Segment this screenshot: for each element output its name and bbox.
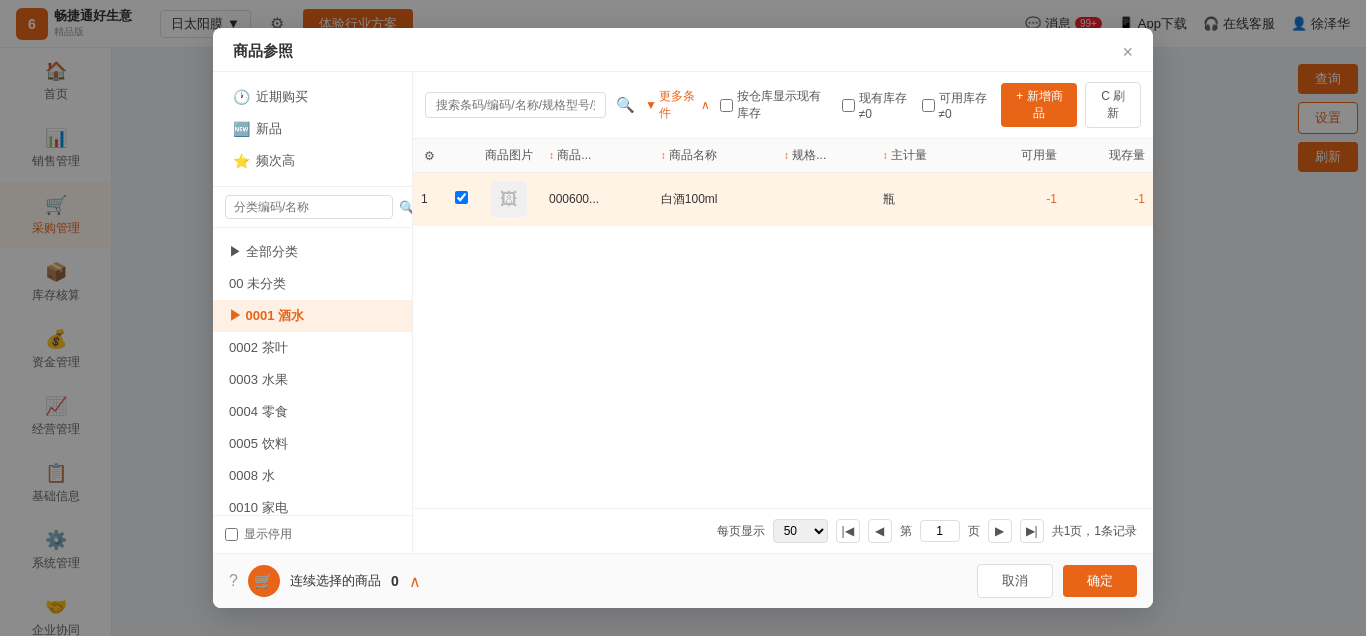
search-button[interactable]: 🔍	[616, 96, 635, 114]
sort-icon-spec: ↕	[784, 150, 789, 161]
product-image-placeholder: 🖼	[491, 181, 527, 217]
left-panel-footer: 显示停用	[213, 515, 412, 553]
th-product-image: 商品图片	[477, 139, 541, 173]
category-water[interactable]: 0008 水	[213, 460, 412, 492]
modal-footer: ? 🛒 连续选择的商品 0 ∧ 取消 确定	[213, 553, 1153, 608]
category-list: ▶ 全部分类 00 未分类 ▶ 0001 酒水 0002 茶叶 0003 水果	[213, 228, 412, 515]
category-tea[interactable]: 0002 茶叶	[213, 332, 412, 364]
product-table-container: ⚙ 商品图片 ↕ 商品... ↕	[413, 139, 1153, 508]
per-page-select[interactable]: 50 20 100	[773, 519, 828, 543]
th-stock: 现存量	[1065, 139, 1153, 173]
row-checkbox[interactable]	[445, 173, 477, 226]
modal-title: 商品参照	[233, 42, 293, 61]
right-toolbar: 🔍 ▼ 更多条件 ∧ 按仓库显示现有库存 现有库存≠0	[413, 72, 1153, 139]
row-code: 000600...	[541, 173, 653, 226]
row-name: 白酒100ml	[653, 173, 776, 226]
quick-items-section: 🕐 近期购买 🆕 新品 ⭐ 频次高 ‹‹	[213, 72, 412, 187]
row-available: -1	[977, 173, 1065, 226]
right-panel: 🔍 ▼ 更多条件 ∧ 按仓库显示现有库存 现有库存≠0	[413, 72, 1153, 553]
category-fruit[interactable]: 0003 水果	[213, 364, 412, 396]
add-product-button[interactable]: + 新增商品	[1001, 83, 1077, 127]
warehouse-display-checkbox[interactable]: 按仓库显示现有库存	[720, 88, 832, 122]
th-spec[interactable]: ↕ 规格...	[776, 139, 875, 173]
category-all[interactable]: ▶ 全部分类	[213, 236, 412, 268]
table-header-row: ⚙ 商品图片 ↕ 商品... ↕	[413, 139, 1153, 173]
th-gear[interactable]: ⚙	[413, 139, 445, 173]
category-search-input[interactable]	[225, 195, 393, 219]
panel-collapse-button[interactable]: ‹‹	[412, 92, 413, 132]
row-stock: -1	[1065, 173, 1153, 226]
recent-icon: 🕐	[233, 89, 250, 105]
confirm-button[interactable]: 确定	[1063, 565, 1137, 597]
first-page-button[interactable]: |◀	[836, 519, 860, 543]
category-liquor[interactable]: ▶ 0001 酒水	[213, 300, 412, 332]
available-stock-checkbox[interactable]: 可用库存≠0	[922, 90, 992, 121]
pagination-bar: 每页显示 50 20 100 |◀ ◀ 第 页 ▶ ▶| 共1页，1条记录	[413, 508, 1153, 553]
frequent-icon: ⭐	[233, 153, 250, 169]
category-uncategorized[interactable]: 00 未分类	[213, 268, 412, 300]
row-spec	[776, 173, 875, 226]
footer-collapse-button[interactable]: ∧	[409, 572, 421, 591]
current-stock-checkbox[interactable]: 现有库存≠0	[842, 90, 912, 121]
th-available: 可用量	[977, 139, 1065, 173]
category-appliances[interactable]: 0010 家电	[213, 492, 412, 515]
table-row[interactable]: 1 🖼 000600... 白酒100ml 瓶	[413, 173, 1153, 226]
cancel-button[interactable]: 取消	[977, 564, 1053, 598]
sort-icon-unit: ↕	[883, 150, 888, 161]
new-icon: 🆕	[233, 121, 250, 137]
quick-item-frequent[interactable]: ⭐ 频次高	[225, 146, 400, 176]
category-search-section: 🔍	[213, 187, 412, 228]
row-unit: 瓶	[875, 173, 977, 226]
row-image: 🖼	[477, 173, 541, 226]
modal-close-button[interactable]: ×	[1122, 43, 1133, 61]
quick-item-recent[interactable]: 🕐 近期购买	[225, 82, 400, 112]
modal-header: 商品参照 ×	[213, 28, 1153, 72]
left-panel: 🕐 近期购买 🆕 新品 ⭐ 频次高 ‹‹	[213, 72, 413, 553]
category-beverages[interactable]: 0005 饮料	[213, 428, 412, 460]
more-filters-button[interactable]: ▼ 更多条件 ∧	[645, 88, 710, 122]
refresh-button[interactable]: C 刷新	[1085, 82, 1141, 128]
product-table: ⚙ 商品图片 ↕ 商品... ↕	[413, 139, 1153, 226]
product-reference-modal: 商品参照 × 🕐 近期购买 🆕 新品 ⭐	[213, 28, 1153, 608]
help-icon[interactable]: ?	[229, 572, 238, 590]
page-number-input[interactable]	[920, 520, 960, 542]
modal-overlay: 商品参照 × 🕐 近期购买 🆕 新品 ⭐	[0, 0, 1366, 636]
th-product-name[interactable]: ↕ 商品名称	[653, 139, 776, 173]
th-check	[445, 139, 477, 173]
sort-icon-name: ↕	[661, 150, 666, 161]
th-product-code[interactable]: ↕ 商品...	[541, 139, 653, 173]
quick-item-new[interactable]: 🆕 新品	[225, 114, 400, 144]
last-page-button[interactable]: ▶|	[1020, 519, 1044, 543]
product-search-input[interactable]	[425, 92, 606, 118]
category-search-icon[interactable]: 🔍	[399, 200, 413, 215]
prev-page-button[interactable]: ◀	[868, 519, 892, 543]
th-unit[interactable]: ↕ 主计量	[875, 139, 977, 173]
sort-icon: ↕	[549, 150, 554, 161]
modal-body: 🕐 近期购买 🆕 新品 ⭐ 频次高 ‹‹	[213, 72, 1153, 553]
cart-icon[interactable]: 🛒	[248, 565, 280, 597]
row-num: 1	[413, 173, 445, 226]
show-disabled-checkbox[interactable]: 显示停用	[225, 526, 400, 543]
category-snacks[interactable]: 0004 零食	[213, 396, 412, 428]
next-page-button[interactable]: ▶	[988, 519, 1012, 543]
